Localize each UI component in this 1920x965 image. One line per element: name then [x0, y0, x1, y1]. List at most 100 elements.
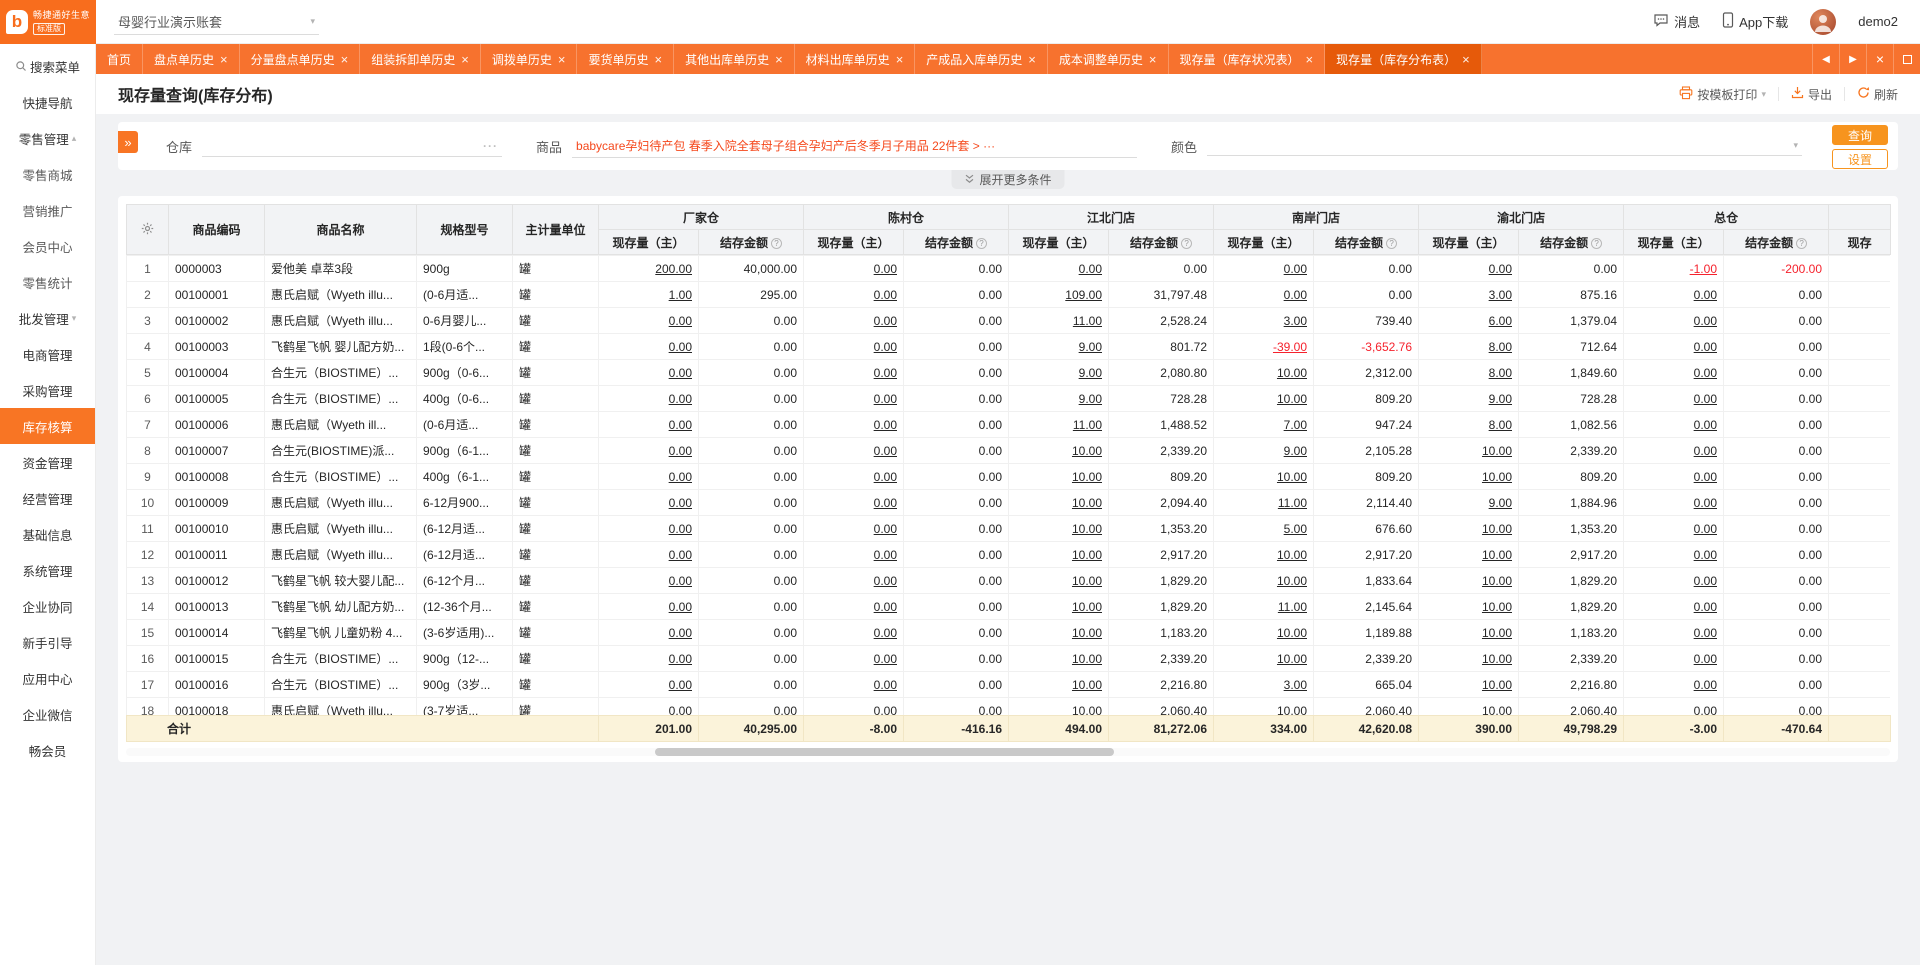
avatar[interactable] [1810, 8, 1837, 35]
qty-link[interactable]: 10.00 [1277, 366, 1307, 380]
qty-link[interactable]: 0.00 [669, 340, 692, 354]
tab-scroll-right-button[interactable]: ▶ [1839, 44, 1866, 74]
qty-link[interactable]: 0.00 [874, 548, 897, 562]
qty-link[interactable]: 0.00 [669, 652, 692, 666]
export-button[interactable]: 导出 [1791, 86, 1832, 103]
qty-link[interactable]: 8.00 [1489, 418, 1512, 432]
qty-link[interactable]: 9.00 [1079, 366, 1102, 380]
qty-link[interactable]: 0.00 [1694, 652, 1717, 666]
help-icon[interactable]: ? [1591, 237, 1603, 249]
qty-link[interactable]: 10.00 [1072, 496, 1102, 510]
more-options-icon[interactable]: ··· [483, 139, 498, 153]
qty-link[interactable]: 10.00 [1072, 548, 1102, 562]
qty-link[interactable]: 0.00 [669, 444, 692, 458]
qty-column-header[interactable]: 现存量（主） [598, 229, 699, 255]
qty-link[interactable]: 0.00 [669, 522, 692, 536]
qty-link[interactable]: 9.00 [1079, 392, 1102, 406]
qty-link[interactable]: 0.00 [669, 392, 692, 406]
tab[interactable]: 现存量（库存状况表） × [1169, 44, 1326, 74]
qty-link[interactable]: 10.00 [1482, 678, 1512, 692]
qty-link[interactable]: -1.00 [1690, 262, 1717, 276]
qty-link[interactable]: 11.00 [1278, 496, 1307, 510]
qty-link[interactable]: 0.00 [669, 314, 692, 328]
amount-column-header[interactable]: 结存金额? [1723, 229, 1830, 255]
app-download-button[interactable]: App下载 [1722, 12, 1788, 31]
qty-link[interactable]: 0.00 [874, 340, 897, 354]
horizontal-scrollbar[interactable] [126, 748, 1890, 756]
table-row[interactable]: 14 00100013 飞鹤星飞帆 幼儿配方奶... (12-36个月... 罐 0.00… [126, 593, 1890, 620]
qty-link[interactable]: 10.00 [1072, 652, 1102, 666]
tab-close-icon[interactable]: × [461, 53, 469, 66]
amount-column-header[interactable]: 结存金额? [697, 229, 805, 255]
qty-link[interactable]: 7.00 [1284, 418, 1307, 432]
qty-link[interactable]: 0.00 [1694, 444, 1717, 458]
tab[interactable]: 盘点单历史 × [143, 44, 240, 74]
sidebar-item[interactable]: 零售商城 [0, 156, 95, 192]
sidebar-item[interactable]: 企业协同 [0, 588, 95, 624]
qty-link[interactable]: 0.00 [669, 470, 692, 484]
qty-link[interactable]: 9.00 [1489, 496, 1512, 510]
amount-column-header[interactable]: 结存金额? [1313, 229, 1420, 255]
fullscreen-button[interactable] [1893, 44, 1920, 74]
tab-close-icon[interactable]: × [1462, 53, 1470, 66]
qty-link[interactable]: 11.00 [1278, 600, 1307, 614]
print-by-template-button[interactable]: 按模板打印 ▾ [1679, 85, 1766, 103]
collapse-filters-button[interactable]: » [118, 131, 138, 153]
table-row[interactable]: 11 00100010 惠氏启赋（Wyeth illu... (6-12月适... 罐 0… [126, 515, 1890, 542]
qty-link[interactable]: 10.00 [1482, 470, 1512, 484]
table-row[interactable]: 2 00100001 惠氏启赋（Wyeth illu... (0-6月适... 罐 1.0… [126, 281, 1890, 308]
qty-link[interactable]: 0.00 [669, 678, 692, 692]
help-icon[interactable]: ? [1181, 237, 1193, 249]
qty-link[interactable]: 10.00 [1072, 444, 1102, 458]
qty-link[interactable]: 0.00 [669, 574, 692, 588]
qty-link[interactable]: 0.00 [669, 626, 692, 640]
qty-link[interactable]: 5.00 [1284, 522, 1307, 536]
sidebar-item[interactable]: 畅会员 [0, 732, 95, 768]
qty-link[interactable]: 10.00 [1482, 652, 1512, 666]
qty-link[interactable]: 0.00 [1694, 496, 1717, 510]
qty-link[interactable]: 9.00 [1489, 392, 1512, 406]
qty-link[interactable]: 200.00 [655, 262, 692, 276]
qty-link[interactable]: 0.00 [669, 496, 692, 510]
qty-link[interactable]: 0.00 [874, 262, 897, 276]
tab-close-icon[interactable]: × [896, 53, 904, 66]
table-row[interactable]: 4 00100003 飞鹤星飞帆 婴儿配方奶... 1段(0-6个... 罐 0.00 0.… [126, 333, 1890, 360]
qty-link[interactable]: 9.00 [1079, 340, 1102, 354]
tab[interactable]: 要货单历史 × [577, 44, 675, 74]
table-row[interactable]: 18 00100018 惠氏启赋（Wyeth illu... (3-7岁适... 罐 0.… [126, 697, 1890, 716]
tab[interactable]: 现存量（库存分布表） × [1325, 44, 1482, 74]
help-icon[interactable]: ? [976, 237, 988, 249]
amount-column-header[interactable]: 结存金额? [903, 229, 1010, 255]
sidebar-item[interactable]: 营销推广 [0, 192, 95, 228]
warehouse-input[interactable]: ··· [202, 136, 503, 157]
tab-close-icon[interactable]: × [1028, 53, 1036, 66]
tab-close-icon[interactable]: × [558, 53, 566, 66]
table-row[interactable]: 12 00100011 惠氏启赋（Wyeth illu... (6-12月适... 罐 0… [126, 541, 1890, 568]
tab-close-icon[interactable]: × [775, 53, 783, 66]
qty-link[interactable]: 10.00 [1482, 548, 1512, 562]
tab-close-icon[interactable]: × [1306, 53, 1314, 66]
qty-link[interactable]: 0.00 [874, 574, 897, 588]
qty-link[interactable]: 10.00 [1482, 522, 1512, 536]
qty-link[interactable]: 0.00 [1489, 262, 1512, 276]
table-row[interactable]: 5 00100004 合生元（BIOSTIME）... 900g（0-6... 罐 0.0… [126, 359, 1890, 386]
qty-link[interactable]: 10.00 [1482, 704, 1512, 716]
sidebar-item[interactable]: 快捷导航 [0, 84, 95, 120]
qty-link[interactable]: 0.00 [1079, 262, 1102, 276]
qty-link[interactable]: 9.00 [1284, 444, 1307, 458]
refresh-button[interactable]: 刷新 [1857, 86, 1898, 103]
qty-link[interactable]: 10.00 [1277, 574, 1307, 588]
qty-link[interactable]: 10.00 [1482, 626, 1512, 640]
qty-link[interactable]: 3.00 [1489, 288, 1512, 302]
qty-link[interactable]: 0.00 [874, 366, 897, 380]
qty-link[interactable]: 0.00 [669, 600, 692, 614]
qty-link[interactable]: 0.00 [874, 678, 897, 692]
qty-link[interactable]: 3.00 [1284, 678, 1307, 692]
table-row[interactable]: 17 00100016 合生元（BIOSTIME）... 900g（3岁... 罐 0.0… [126, 671, 1890, 698]
table-row[interactable]: 13 00100012 飞鹤星飞帆 较大婴儿配... (6-12个月... 罐 0.00 0… [126, 567, 1890, 594]
settings-button[interactable]: 设置 [1832, 149, 1888, 169]
qty-link[interactable]: 0.00 [1694, 470, 1717, 484]
qty-link[interactable]: 0.00 [874, 496, 897, 510]
sidebar-item[interactable]: 企业微信 [0, 696, 95, 732]
tab[interactable]: 成本调整单历史 × [1048, 44, 1169, 74]
